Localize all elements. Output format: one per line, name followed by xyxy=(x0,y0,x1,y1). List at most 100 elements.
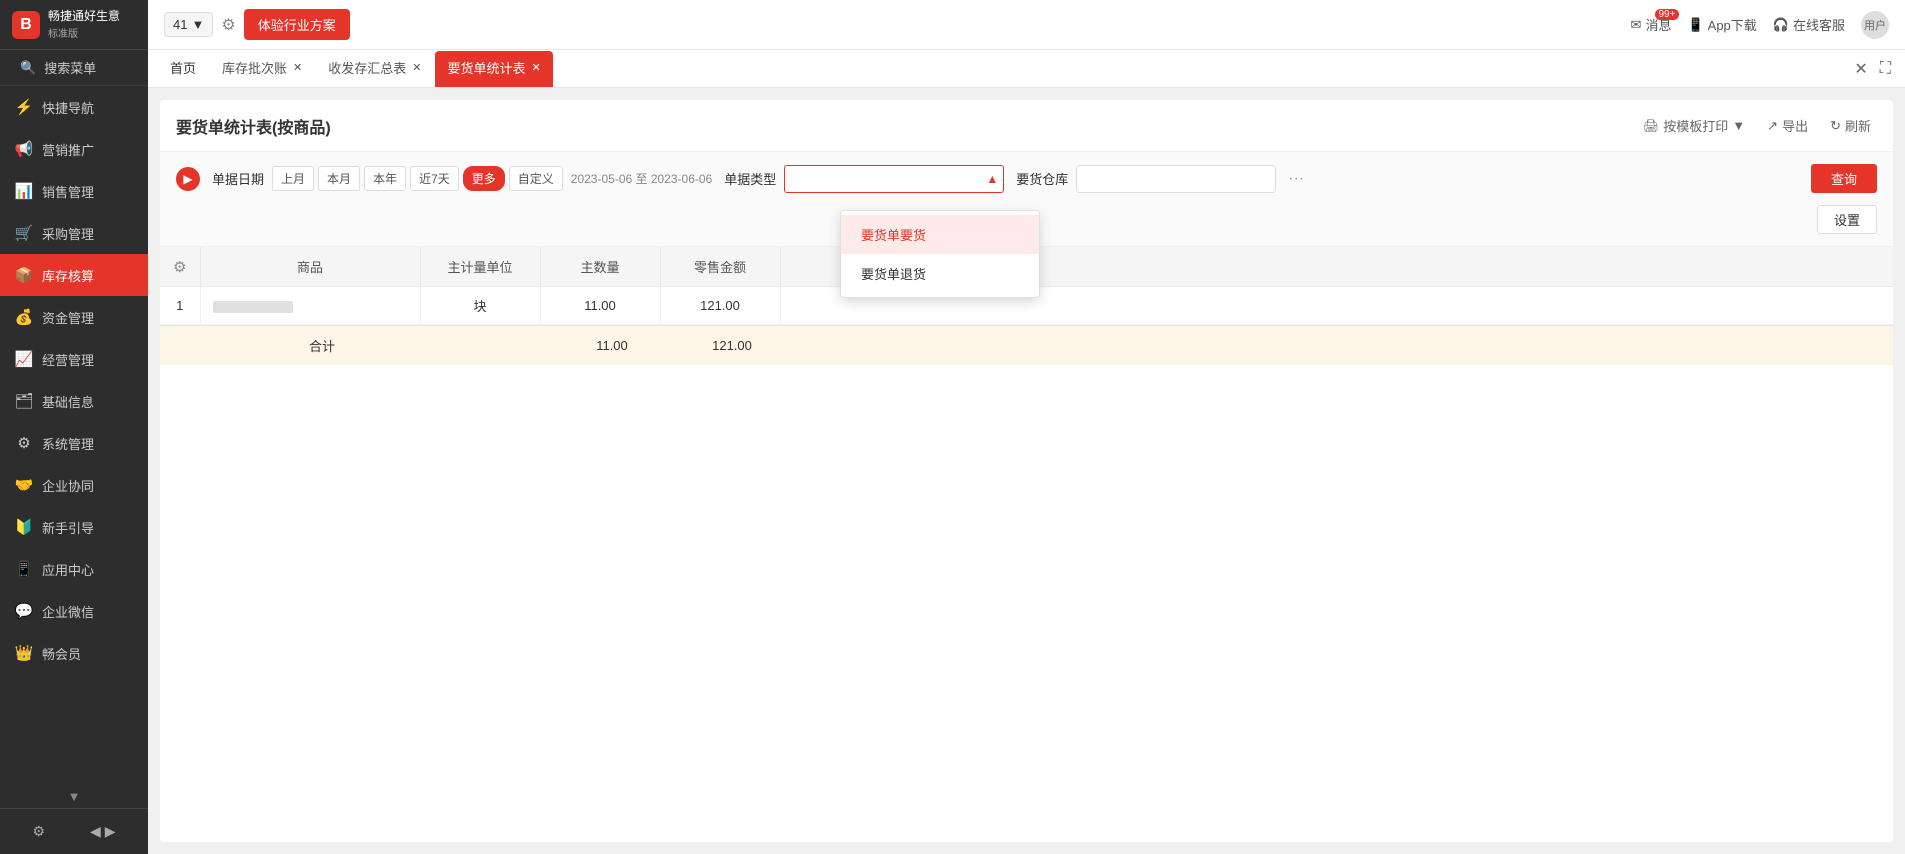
td-amount-0: 121.00 xyxy=(660,287,780,325)
sidebar-item-finance[interactable]: 💰 资金管理 xyxy=(0,296,148,338)
main-content: 41 ▼ ⚙ 体验行业方案 ✉ 消息 99+ 📱 App下载 🎧 在线客服 用户 xyxy=(148,0,1905,854)
th-product: 商品 xyxy=(200,247,420,287)
tab-label-receivable-summary: 收发存汇总表 xyxy=(328,58,406,77)
tab-label-inventory-batch: 库存批次账 xyxy=(222,58,287,77)
store-dropdown-icon: ▼ xyxy=(191,17,204,32)
tabbar-actions: ✕ ⛶ xyxy=(1850,55,1895,83)
sidebar-search[interactable]: 🔍 搜索菜单 xyxy=(0,50,148,86)
date-range: 2023-05-06 至 2023-06-06 xyxy=(571,170,712,187)
sidebar-item-sales[interactable]: 📊 销售管理 xyxy=(0,170,148,212)
message-icon: ✉ xyxy=(1631,17,1642,33)
date-btn-7days[interactable]: 近7天 xyxy=(410,166,459,191)
sidebar-label-member: 畅会员 xyxy=(42,644,81,663)
sidebar-item-wechat[interactable]: 💬 企业微信 xyxy=(0,590,148,632)
date-btn-more[interactable]: 更多 xyxy=(463,166,505,191)
query-btn[interactable]: 查询 xyxy=(1811,164,1877,193)
sidebar-label-wechat: 企业微信 xyxy=(42,602,94,621)
sidebar-label-collab: 企业协同 xyxy=(42,476,94,495)
type-label: 单据类型 xyxy=(724,169,776,188)
sidebar-label-purchase: 采购管理 xyxy=(42,224,94,243)
topbar-left: 41 ▼ ⚙ 体验行业方案 xyxy=(164,9,1619,40)
table-footer: 合计 11.00 121.00 xyxy=(160,325,1893,365)
tab-receivable-summary[interactable]: 收发存汇总表 ✕ xyxy=(316,51,433,87)
sidebar-bottom: ⚙ ◀ ▶ xyxy=(0,808,148,854)
messages-btn[interactable]: ✉ 消息 99+ xyxy=(1631,15,1672,34)
expand-icon: ▶ xyxy=(105,823,116,840)
tab-close-inventory-batch[interactable]: ✕ xyxy=(293,61,302,74)
sidebar-logo: B 畅捷通好生意 标准版 xyxy=(0,0,148,50)
td-unit-0: 块 xyxy=(420,287,540,325)
page-header: 要货单统计表(按商品) 🖨 按模板打印 ▼ ↗ 导出 ↻ 刷新 xyxy=(160,100,1893,152)
search-icon: 🔍 xyxy=(20,60,36,76)
filter-settings-btn[interactable]: 设置 xyxy=(1817,205,1877,234)
td-product-0 xyxy=(200,287,420,325)
th-settings[interactable]: ⚙ xyxy=(160,247,200,287)
sidebar-label-marketing: 营销推广 xyxy=(42,140,94,159)
sidebar-collapse-btn[interactable]: ◀ ▶ xyxy=(82,819,124,844)
warehouse-label: 要货仓库 xyxy=(1016,169,1068,188)
filter-expand-btn[interactable]: ▶ xyxy=(176,167,200,191)
warehouse-more-icon[interactable]: ··· xyxy=(1284,170,1308,188)
online-service-btn[interactable]: 🎧 在线客服 xyxy=(1773,15,1845,34)
sidebar-label-quick-nav: 快捷导航 xyxy=(42,98,94,117)
date-buttons: 上月 本月 本年 近7天 更多 自定义 xyxy=(272,166,563,191)
tab-inventory-batch[interactable]: 库存批次账 ✕ xyxy=(210,51,314,87)
sidebar-item-quick-nav[interactable]: ⚡ 快捷导航 xyxy=(0,86,148,128)
sidebar-scroll-down[interactable]: ▼ xyxy=(0,785,148,808)
sidebar-item-member[interactable]: 👑 畅会员 xyxy=(0,632,148,674)
date-btn-last-month[interactable]: 上月 xyxy=(272,166,314,191)
footer-amount: 121.00 xyxy=(672,338,792,353)
tab-requisition-stats[interactable]: 要货单统计表 ✕ xyxy=(435,51,552,87)
sidebar-label-sales: 销售管理 xyxy=(42,182,94,201)
app-download-btn[interactable]: 📱 App下载 xyxy=(1687,15,1756,34)
tab-label-home: 首页 xyxy=(170,58,196,77)
tab-home[interactable]: 首页 xyxy=(158,51,208,87)
date-btn-this-year[interactable]: 本年 xyxy=(364,166,406,191)
dropdown-item-order-return[interactable]: 要货单退货 xyxy=(841,254,1039,293)
filter-bar: ▶ 单据日期 上月 本月 本年 近7天 更多 自定义 2023-05-06 至 … xyxy=(160,152,1893,247)
sidebar-item-basic[interactable]: 🗂 基础信息 xyxy=(0,380,148,422)
sidebar-item-purchase[interactable]: 🛒 采购管理 xyxy=(0,212,148,254)
sidebar-icon-finance: 💰 xyxy=(14,307,34,327)
export-btn[interactable]: ↗ 导出 xyxy=(1761,112,1814,139)
tab-close-requisition-stats[interactable]: ✕ xyxy=(532,61,541,74)
sidebar-item-inventory[interactable]: 📦 库存核算 xyxy=(0,254,148,296)
sidebar-item-system[interactable]: ⚙ 系统管理 xyxy=(0,422,148,464)
tab-close-receivable-summary[interactable]: ✕ xyxy=(412,61,421,74)
sidebar-item-guide[interactable]: 🔰 新手引导 xyxy=(0,506,148,548)
warehouse-input[interactable] xyxy=(1076,165,1276,193)
export-icon: ↗ xyxy=(1767,118,1778,134)
expand-tab-btn[interactable]: ⛶ xyxy=(1876,56,1895,82)
sidebar-item-appstore[interactable]: 📱 应用中心 xyxy=(0,548,148,590)
th-settings-icon[interactable]: ⚙ xyxy=(173,259,186,276)
settings-gear-icon[interactable]: ⚙ xyxy=(221,15,235,35)
user-avatar[interactable]: 用户 xyxy=(1861,11,1889,39)
industry-btn[interactable]: 体验行业方案 xyxy=(244,9,350,40)
date-btn-this-month[interactable]: 本月 xyxy=(318,166,360,191)
th-unit: 主计量单位 xyxy=(420,247,540,287)
sidebar-label-system: 系统管理 xyxy=(42,434,94,453)
td-index-0: 1 xyxy=(160,287,200,325)
sidebar-item-operations[interactable]: 📈 经营管理 xyxy=(0,338,148,380)
th-qty: 主数量 xyxy=(540,247,660,287)
close-tab-btn[interactable]: ✕ xyxy=(1850,55,1871,83)
print-btn[interactable]: 🖨 按模板打印 ▼ xyxy=(1637,112,1751,139)
date-btn-custom[interactable]: 自定义 xyxy=(509,166,563,191)
sidebar-item-marketing[interactable]: 📢 营销推广 xyxy=(0,128,148,170)
refresh-btn[interactable]: ↻ 刷新 xyxy=(1824,112,1877,139)
sidebar-item-collab[interactable]: 🤝 企业协同 xyxy=(0,464,148,506)
sidebar-items-list: ⚡ 快捷导航 📢 营销推广 📊 销售管理 🛒 采购管理 📦 库存核算 💰 资金管… xyxy=(0,86,148,785)
date-label: 单据日期 xyxy=(212,169,264,188)
store-selector[interactable]: 41 ▼ xyxy=(164,12,213,37)
page-title: 要货单统计表(按商品) xyxy=(176,114,331,138)
dropdown-item-order-goods[interactable]: 要货单要货 xyxy=(841,215,1039,254)
sidebar-settings-btn[interactable]: ⚙ xyxy=(24,819,53,844)
sidebar-icon-member: 👑 xyxy=(14,643,34,663)
type-select-input[interactable] xyxy=(784,165,1004,193)
collapse-icon: ◀ xyxy=(90,823,101,840)
logo-text: 畅捷通好生意 标准版 xyxy=(48,9,120,40)
app-icon: 📱 xyxy=(1687,17,1703,33)
sidebar-label-finance: 资金管理 xyxy=(42,308,94,327)
tab-label-requisition-stats: 要货单统计表 xyxy=(447,58,525,77)
page-header-actions: 🖨 按模板打印 ▼ ↗ 导出 ↻ 刷新 xyxy=(1637,112,1877,139)
